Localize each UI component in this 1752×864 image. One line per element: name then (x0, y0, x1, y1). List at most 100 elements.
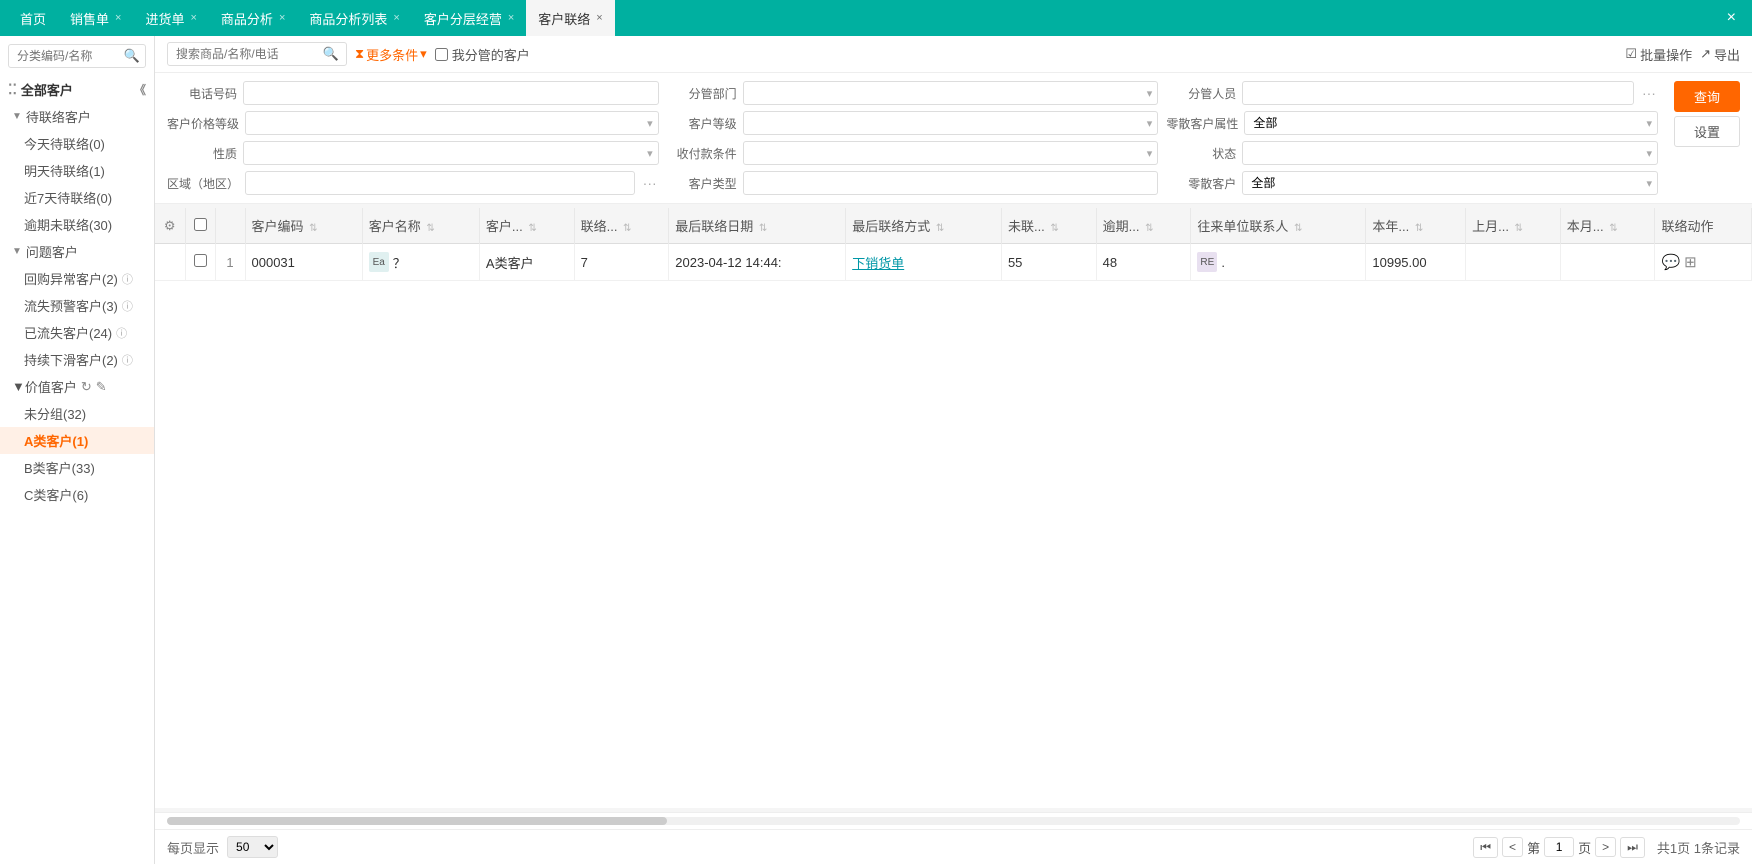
message-icon[interactable]: 💬 (1661, 253, 1680, 271)
prev-page-button[interactable]: < (1502, 837, 1523, 857)
sidebar-item-class-b[interactable]: B类客户(33) (0, 454, 154, 481)
retail-select-wrapper: 全部 ▾ (1242, 171, 1658, 195)
last-page-button[interactable]: ⏭ (1620, 837, 1645, 858)
region-dots-icon[interactable]: ··· (641, 175, 659, 191)
col-last-method[interactable]: 最后联络方式 ⇅ (846, 208, 1002, 244)
export-button[interactable]: ↗ 导出 (1700, 45, 1740, 64)
col-last-month[interactable]: 上月... ⇅ (1466, 208, 1561, 244)
col-contact[interactable]: 联络... ⇅ (574, 208, 669, 244)
col-code[interactable]: 客户编码 ⇅ (245, 208, 362, 244)
price-level-select[interactable] (245, 111, 659, 135)
data-table-container: ⚙ 客户编码 ⇅ 客户名称 ⇅ 客户... ⇅ 联络... ⇅ 最后联络日期 ⇅… (155, 208, 1752, 808)
customer-type-label: 客户类型 (667, 175, 737, 192)
dept-select[interactable] (743, 81, 1159, 105)
first-page-button[interactable]: ⏮ (1473, 837, 1498, 858)
cell-contact: 7 (574, 244, 669, 281)
col-no-contact[interactable]: 未联... ⇅ (1001, 208, 1096, 244)
edit-icon[interactable]: ✎ (96, 379, 107, 395)
sidebar-item-overdue[interactable]: 逾期未联络(30) (0, 211, 154, 238)
nature-select[interactable] (243, 141, 659, 165)
scrollbar-thumb[interactable] (167, 817, 667, 825)
col-last-date[interactable]: 最后联络日期 ⇅ (669, 208, 846, 244)
page-number-input[interactable] (1544, 837, 1574, 857)
region-input[interactable] (245, 171, 635, 195)
price-level-select-wrapper: ▾ (245, 111, 659, 135)
sidebar-item-tomorrow-pending[interactable]: 明天待联络(1) (0, 157, 154, 184)
page-size-label: 每页显示 (167, 838, 219, 857)
filter-field-dept: 分管部门 ▾ (667, 81, 1159, 105)
filter-more-button[interactable]: ⧗ 更多条件 ▾ (355, 45, 427, 64)
nav-home[interactable]: 首页 (8, 0, 58, 36)
query-button[interactable]: 查询 (1674, 81, 1740, 112)
nav-close-icon[interactable]: × (115, 12, 121, 24)
sidebar-item-class-a[interactable]: A类客户(1) (0, 427, 154, 454)
col-this-year[interactable]: 本年... ⇅ (1366, 208, 1466, 244)
col-settings[interactable]: ⚙ (155, 208, 185, 244)
sidebar-item-churned[interactable]: 已流失客户(24) ⓘ (0, 319, 154, 346)
col-overdue[interactable]: 逾期... ⇅ (1096, 208, 1191, 244)
next-page-button[interactable]: > (1595, 837, 1616, 857)
nav-purchase-order[interactable]: 进货单 × (133, 0, 208, 36)
sidebar-item-class-c[interactable]: C类客户(6) (0, 481, 154, 508)
window-close-button[interactable]: × (1719, 9, 1744, 27)
sidebar-item-churn-warning[interactable]: 流失预警客户(3) ⓘ (0, 292, 154, 319)
col-type[interactable]: 客户... ⇅ (479, 208, 574, 244)
nav-close-icon[interactable]: × (508, 12, 514, 24)
sidebar-all-customers[interactable]: ⁚⁚ 全部客户 《 (0, 76, 154, 103)
phone-input[interactable] (243, 81, 659, 105)
my-customers-checkbox[interactable] (435, 48, 448, 61)
cell-checkbox[interactable] (185, 244, 215, 281)
select-all-checkbox[interactable] (194, 218, 207, 231)
batch-ops-button[interactable]: ☑ 批量操作 (1625, 45, 1692, 64)
retail-select[interactable]: 全部 (1242, 171, 1658, 195)
col-this-month[interactable]: 本月... ⇅ (1560, 208, 1655, 244)
customer-type-input[interactable] (743, 171, 1159, 195)
col-unit-contact[interactable]: 往来单位联系人 ⇅ (1191, 208, 1366, 244)
row-checkbox[interactable] (194, 254, 207, 267)
more-dots-icon[interactable]: ··· (1640, 85, 1658, 101)
sidebar-group-pending[interactable]: ▼ 待联络客户 (0, 103, 154, 130)
payment-select[interactable] (743, 141, 1159, 165)
retail-attr-label: 零散客户属性 (1166, 115, 1238, 132)
nav-product-analysis[interactable]: 商品分析 × (209, 0, 297, 36)
nav-customer-segmentation[interactable]: 客户分层经营 × (412, 0, 526, 36)
sidebar-collapse-icon[interactable]: 《 (134, 81, 146, 98)
cell-action: 💬 ⊞ (1655, 244, 1752, 281)
status-select-wrapper: ▾ (1242, 141, 1658, 165)
col-name[interactable]: 客户名称 ⇅ (362, 208, 479, 244)
col-checkbox[interactable] (185, 208, 215, 244)
info-icon: ⓘ (122, 298, 133, 314)
horizontal-scrollbar[interactable] (155, 812, 1752, 829)
filter-field-payment: 收付款条件 ▾ (667, 141, 1159, 165)
nav-sales-order[interactable]: 销售单 × (58, 0, 133, 36)
refresh-icon[interactable]: ↻ (81, 379, 92, 395)
qr-icon[interactable]: ⊞ (1684, 253, 1697, 271)
cell-last-method[interactable]: 下销货单 (846, 244, 1002, 281)
nav-close-icon[interactable]: × (279, 12, 285, 24)
customer-level-select[interactable] (743, 111, 1159, 135)
nav-close-active-icon[interactable]: × (596, 12, 602, 24)
sidebar-item-repurchase-abnormal[interactable]: 回购异常客户(2) ⓘ (0, 265, 154, 292)
method-link[interactable]: 下销货单 (852, 256, 904, 271)
sidebar-item-ungrouped[interactable]: 未分组(32) (0, 400, 154, 427)
gear-icon[interactable]: ⚙ (164, 218, 176, 233)
sidebar-item-today-pending[interactable]: 今天待联络(0) (0, 130, 154, 157)
retail-attr-select[interactable]: 全部 (1244, 111, 1658, 135)
sidebar-item-declining[interactable]: 持续下滑客户(2) ⓘ (0, 346, 154, 373)
page-size-select[interactable]: 10 20 50 100 (227, 836, 278, 858)
nature-label: 性质 (167, 145, 237, 162)
status-select[interactable] (1242, 141, 1658, 165)
nav-customer-contact[interactable]: 客户联络 × (526, 0, 614, 36)
sidebar-group-problem[interactable]: ▼ 问题客户 (0, 238, 154, 265)
filter-search-input[interactable] (167, 42, 347, 66)
nav-close-icon[interactable]: × (393, 12, 399, 24)
region-label: 区域（地区） (167, 175, 239, 192)
my-customers-checkbox-label[interactable]: 我分管的客户 (435, 45, 530, 64)
nav-close-icon[interactable]: × (190, 12, 196, 24)
settings-button[interactable]: 设置 (1674, 116, 1740, 147)
filter-search-icon: 🔍 (323, 46, 339, 62)
sidebar-item-7days-pending[interactable]: 近7天待联络(0) (0, 184, 154, 211)
triangle-icon: ▼ (12, 379, 25, 394)
person-input[interactable] (1242, 81, 1634, 105)
nav-product-analysis-list[interactable]: 商品分析列表 × (297, 0, 411, 36)
